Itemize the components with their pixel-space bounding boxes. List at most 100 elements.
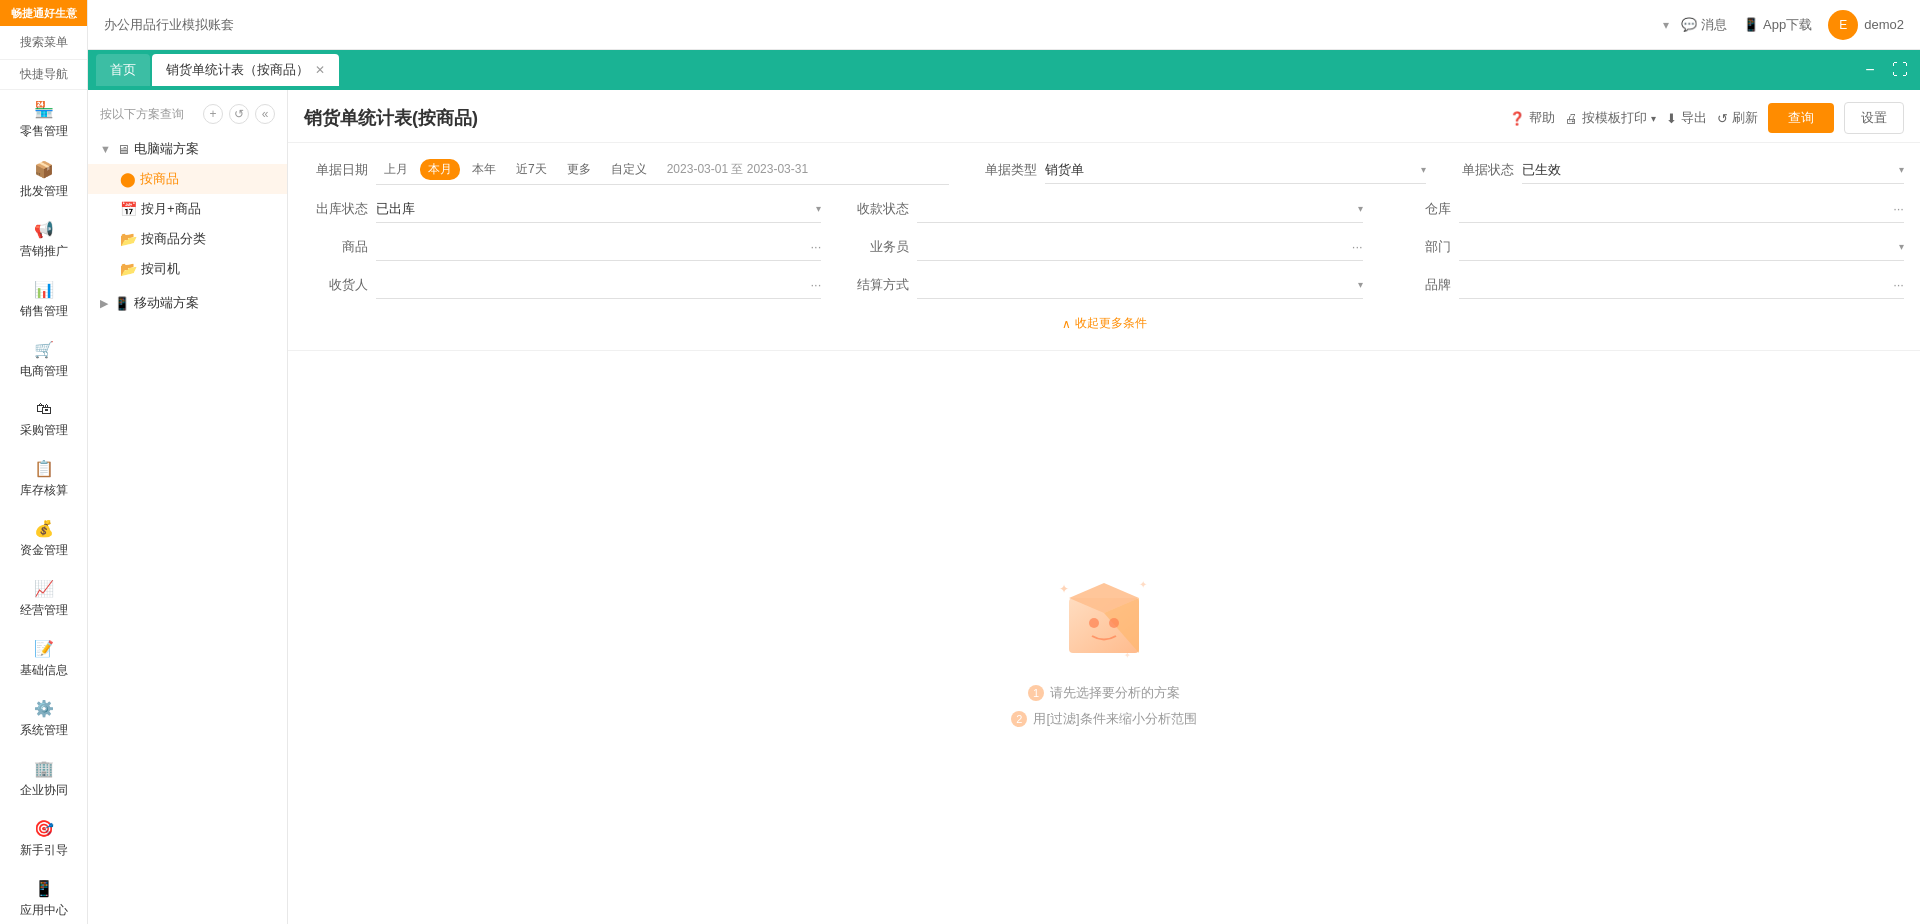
- page-actions: ❓ 帮助 🖨 按模板打印 ▾ ⬇ 导出 ↺ 刷新: [1509, 102, 1904, 134]
- sidebar-item-system[interactable]: ⚙️ 系统管理: [0, 689, 87, 749]
- filter-recipient[interactable]: ···: [376, 271, 821, 299]
- sidebar-item-guide[interactable]: 🎯 新手引导: [0, 809, 87, 869]
- tree-item-by-vendor[interactable]: 📂 按司机: [88, 254, 287, 284]
- tab-home[interactable]: 首页: [96, 54, 150, 86]
- sidebar-item-operation[interactable]: 📈 经营管理: [0, 569, 87, 629]
- sidebar-item-marketing[interactable]: 📢 营销推广: [0, 210, 87, 270]
- marketing-icon: 📢: [34, 220, 54, 239]
- dropdown-arrow-icon[interactable]: ▾: [1663, 18, 1669, 32]
- filter-row-0: 单据日期 上月 本月 本年 近7天 更多 自定义 2023-03-01 至 20…: [304, 155, 1904, 185]
- corp-icon: 🏢: [34, 759, 54, 778]
- tree-item-by-goods-type[interactable]: 📂 按商品分类: [88, 224, 287, 254]
- sidebar-item-sales[interactable]: 📊 销售管理: [0, 270, 87, 330]
- tab-close-icon[interactable]: ✕: [315, 64, 325, 76]
- filter-dept[interactable]: ▾: [1459, 233, 1904, 261]
- date-btn-custom[interactable]: 自定义: [603, 159, 655, 180]
- collapse-button[interactable]: ∧ 收起更多条件: [304, 309, 1904, 338]
- collapse-panel-button[interactable]: «: [255, 104, 275, 124]
- empty-illustration: ✦ ✦ ✦: [1044, 548, 1164, 668]
- recipient-dots-icon[interactable]: ···: [810, 277, 821, 292]
- date-btn-last-month[interactable]: 上月: [376, 159, 416, 180]
- empty-state: ✦ ✦ ✦ 1 请先选择要分析的方案 2 用[过滤]条件来缩小分析范围: [288, 351, 1920, 924]
- tab-report[interactable]: 销货单统计表（按商品） ✕: [152, 54, 339, 86]
- empty-hint-1-text: 请先选择要分析的方案: [1050, 684, 1180, 702]
- template-print-button[interactable]: 🖨 按模板打印 ▾: [1565, 109, 1656, 127]
- folder-icon: 🖥: [117, 142, 130, 157]
- pay-status-arrow-icon: ▾: [1358, 203, 1363, 214]
- refresh-scheme-button[interactable]: ↺: [229, 104, 249, 124]
- app-download-label: App下载: [1763, 16, 1812, 34]
- svg-point-3: [1089, 618, 1099, 628]
- filter-payment-method[interactable]: ▾: [917, 271, 1362, 299]
- maximize-button[interactable]: ⛶: [1888, 58, 1912, 82]
- filter-salesperson[interactable]: ···: [917, 233, 1362, 261]
- export-button[interactable]: ⬇ 导出: [1666, 109, 1707, 127]
- date-btn-more[interactable]: 更多: [559, 159, 599, 180]
- tree-item-by-vendor-label: 按司机: [141, 260, 180, 278]
- collapse-icon: ∧: [1062, 317, 1071, 331]
- minimize-button[interactable]: −: [1858, 58, 1882, 82]
- goods-dots-icon[interactable]: ···: [810, 239, 821, 254]
- date-range-value: 2023-03-01 至 2023-03-31: [667, 161, 808, 178]
- section-desktop: ▼ 🖥 电脑端方案 ⬤ 按商品 📅 按月+商品 📂 按商品分类 📂: [88, 132, 287, 286]
- sidebar-search[interactable]: 搜索菜单: [0, 26, 87, 60]
- user-avatar: E: [1828, 10, 1858, 40]
- sidebar-item-finance[interactable]: 💰 资金管理: [0, 509, 87, 569]
- wholesale-icon: 📦: [34, 160, 54, 179]
- filter-label-goods: 商品: [304, 238, 376, 256]
- tabbar: 首页 销货单统计表（按商品） ✕ − ⛶: [88, 50, 1920, 90]
- section-mobile-header[interactable]: ▶ 📱 移动端方案: [88, 288, 287, 318]
- sidebar-item-ecommerce[interactable]: 🛒 电商管理: [0, 330, 87, 390]
- user-name: demo2: [1864, 17, 1904, 32]
- warehouse-dots-icon[interactable]: ···: [1893, 201, 1904, 216]
- filter-pay-status[interactable]: ▾: [917, 195, 1362, 223]
- sidebar-item-retail[interactable]: 🏪 零售管理: [0, 90, 87, 150]
- date-btn-this-month[interactable]: 本月: [420, 159, 460, 180]
- sidebar-nav[interactable]: 快捷导航: [0, 60, 87, 90]
- sidebar-item-basic[interactable]: 📝 基础信息: [0, 629, 87, 689]
- date-btn-this-year[interactable]: 本年: [464, 159, 504, 180]
- filter-brand[interactable]: ···: [1459, 271, 1904, 299]
- tree-item-by-month-goods[interactable]: 📅 按月+商品: [88, 194, 287, 224]
- mobile-folder-icon: 📱: [114, 296, 130, 311]
- topbar-app-download[interactable]: 📱 App下载: [1743, 16, 1812, 34]
- sidebar-item-purchase-label: 采购管理: [20, 422, 68, 439]
- right-panel: 销货单统计表(按商品) ❓ 帮助 🖨 按模板打印 ▾ ⬇ 导出: [288, 90, 1920, 924]
- logo: 畅捷通好生意: [0, 0, 87, 26]
- refresh-button[interactable]: ↺ 刷新: [1717, 109, 1758, 127]
- sidebar-item-appcenter[interactable]: 📱 应用中心: [0, 869, 87, 924]
- setting-button[interactable]: 设置: [1844, 102, 1904, 134]
- sales-icon: 📊: [34, 280, 54, 299]
- sidebar-item-inventory[interactable]: 📋 库存核算: [0, 449, 87, 509]
- payment-method-arrow-icon: ▾: [1358, 279, 1363, 290]
- appcenter-icon: 📱: [34, 879, 54, 898]
- collapse-label: 收起更多条件: [1075, 315, 1147, 332]
- filter-doc-status[interactable]: 已生效 ▾: [1522, 156, 1904, 184]
- help-button[interactable]: ❓ 帮助: [1509, 109, 1555, 127]
- dept-arrow-icon: ▾: [1899, 241, 1904, 252]
- topbar-message[interactable]: 💬 消息: [1681, 16, 1727, 34]
- filter-out-status[interactable]: 已出库 ▾: [376, 195, 821, 223]
- salesperson-dots-icon[interactable]: ···: [1352, 239, 1363, 254]
- sidebar-item-corp[interactable]: 🏢 企业协同: [0, 749, 87, 809]
- sidebar-item-appcenter-label: 应用中心: [20, 902, 68, 919]
- date-btn-7days[interactable]: 近7天: [508, 159, 555, 180]
- add-scheme-button[interactable]: +: [203, 104, 223, 124]
- filter-row-1: 出库状态 已出库 ▾ 收款状态 ▾ 仓库 ···: [304, 195, 1904, 223]
- basic-icon: 📝: [34, 639, 54, 658]
- section-desktop-header[interactable]: ▼ 🖥 电脑端方案: [88, 134, 287, 164]
- empty-hint-2: 2 用[过滤]条件来缩小分析范围: [1011, 710, 1196, 728]
- filter-goods[interactable]: ···: [376, 233, 821, 261]
- query-button[interactable]: 查询: [1768, 103, 1834, 133]
- topbar-user[interactable]: E demo2: [1828, 10, 1904, 40]
- sidebar-item-wholesale[interactable]: 📦 批发管理: [0, 150, 87, 210]
- help-icon: ❓: [1509, 111, 1525, 126]
- brand-dots-icon[interactable]: ···: [1893, 277, 1904, 292]
- doc-status-arrow-icon: ▾: [1899, 164, 1904, 175]
- filter-doc-type[interactable]: 销货单 ▾: [1045, 156, 1427, 184]
- sidebar-item-operation-label: 经营管理: [20, 602, 68, 619]
- sidebar-item-purchase[interactable]: 🛍 采购管理: [0, 390, 87, 449]
- tree-item-by-goods[interactable]: ⬤ 按商品: [88, 164, 287, 194]
- filter-warehouse[interactable]: ···: [1459, 195, 1904, 223]
- filter-date[interactable]: 上月 本月 本年 近7天 更多 自定义 2023-03-01 至 2023-03…: [376, 155, 949, 185]
